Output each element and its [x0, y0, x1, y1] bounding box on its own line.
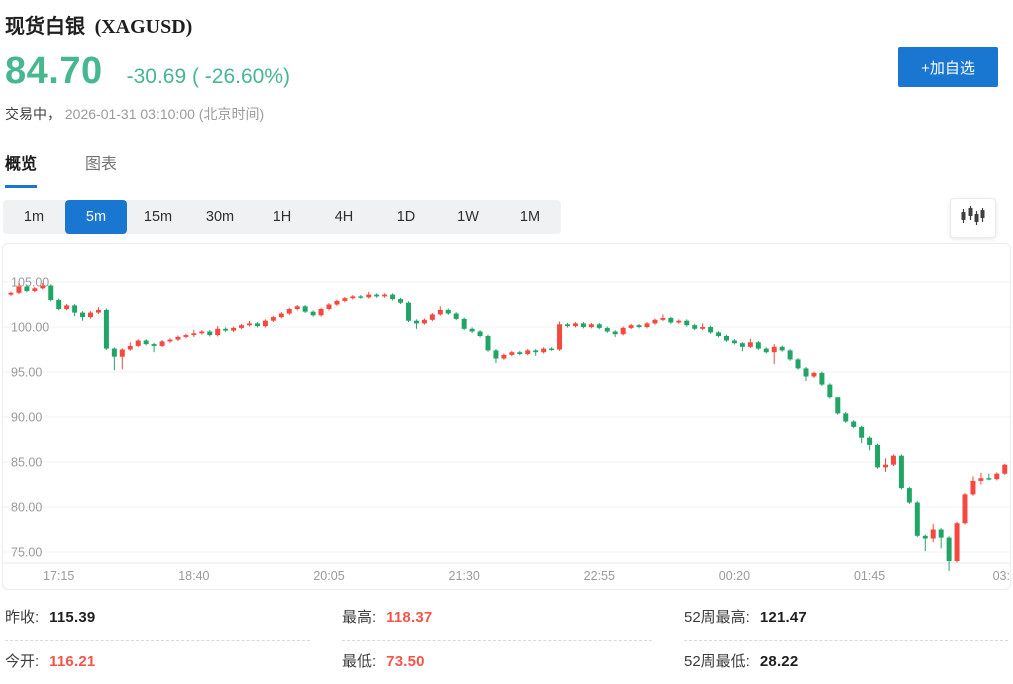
timeframe-1W[interactable]: 1W: [437, 200, 499, 234]
svg-text:95.00: 95.00: [11, 366, 42, 380]
stat-52w-low: 52周最低: 28.22: [684, 641, 1008, 684]
svg-text:85.00: 85.00: [11, 456, 42, 470]
price-row: 84.70 -30.69 ( -26.60%): [5, 50, 290, 93]
view-tabs: 概览 图表: [5, 150, 117, 188]
svg-text:100.00: 100.00: [11, 321, 49, 335]
svg-text:21:30: 21:30: [449, 569, 480, 583]
svg-text:20:05: 20:05: [313, 569, 344, 583]
timeframe-1H[interactable]: 1H: [251, 200, 313, 234]
svg-text:75.00: 75.00: [11, 546, 42, 560]
timeframe-5m[interactable]: 5m: [65, 200, 127, 234]
candlestick-chart[interactable]: 105.00100.0095.0090.0085.0080.0075.0017:…: [3, 244, 1010, 589]
add-watchlist-button[interactable]: +加自选: [898, 47, 998, 87]
market-status-row: 交易中， 2026-01-31 03:10:00 (北京时间): [5, 104, 264, 124]
timeframe-4H[interactable]: 4H: [313, 200, 375, 234]
candlestick-icon: [960, 205, 986, 232]
price-chart-card: 105.00100.0095.0090.0085.0080.0075.0017:…: [2, 243, 1011, 590]
tab-chart[interactable]: 图表: [85, 150, 117, 188]
svg-text:90.00: 90.00: [11, 411, 42, 425]
stat-day-low: 最低: 73.50: [342, 641, 652, 684]
instrument-title: 现货白银 (XAGUSD): [5, 10, 192, 39]
svg-text:00:20: 00:20: [719, 569, 750, 583]
timeframe-bar: 1m5m15m30m1H4H1D1W1M: [3, 200, 561, 234]
svg-text:80.00: 80.00: [11, 501, 42, 515]
stat-prev-close: 昨收: 115.39: [5, 597, 310, 641]
quote-timestamp: 2026-01-31 03:10:00 (北京时间): [65, 106, 264, 122]
timeframe-1M[interactable]: 1M: [499, 200, 561, 234]
stat-open: 今开: 116.21: [5, 641, 310, 684]
instrument-name: 现货白银: [5, 16, 85, 38]
stat-day-high: 最高: 118.37: [342, 597, 652, 641]
svg-text:18:40: 18:40: [178, 569, 209, 583]
trading-status: 交易中，: [5, 106, 61, 122]
chart-type-button[interactable]: [950, 198, 996, 238]
timeframe-30m[interactable]: 30m: [189, 200, 251, 234]
svg-text:03:1: 03:1: [993, 569, 1010, 583]
timeframe-1m[interactable]: 1m: [3, 200, 65, 234]
tab-overview[interactable]: 概览: [5, 150, 37, 188]
quote-stats: 昨收: 115.39 最高: 118.37 52周最高: 121.47 今开: …: [5, 597, 1008, 684]
svg-text:01:45: 01:45: [854, 569, 885, 583]
price-change: -30.69 ( -26.60%): [127, 65, 290, 89]
instrument-symbol: (XAGUSD): [95, 16, 193, 38]
timeframe-15m[interactable]: 15m: [127, 200, 189, 234]
svg-text:22:55: 22:55: [584, 569, 615, 583]
stat-52w-high: 52周最高: 121.47: [684, 597, 1008, 641]
timeframe-1D[interactable]: 1D: [375, 200, 437, 234]
current-price: 84.70: [5, 50, 103, 93]
svg-text:17:15: 17:15: [43, 569, 74, 583]
